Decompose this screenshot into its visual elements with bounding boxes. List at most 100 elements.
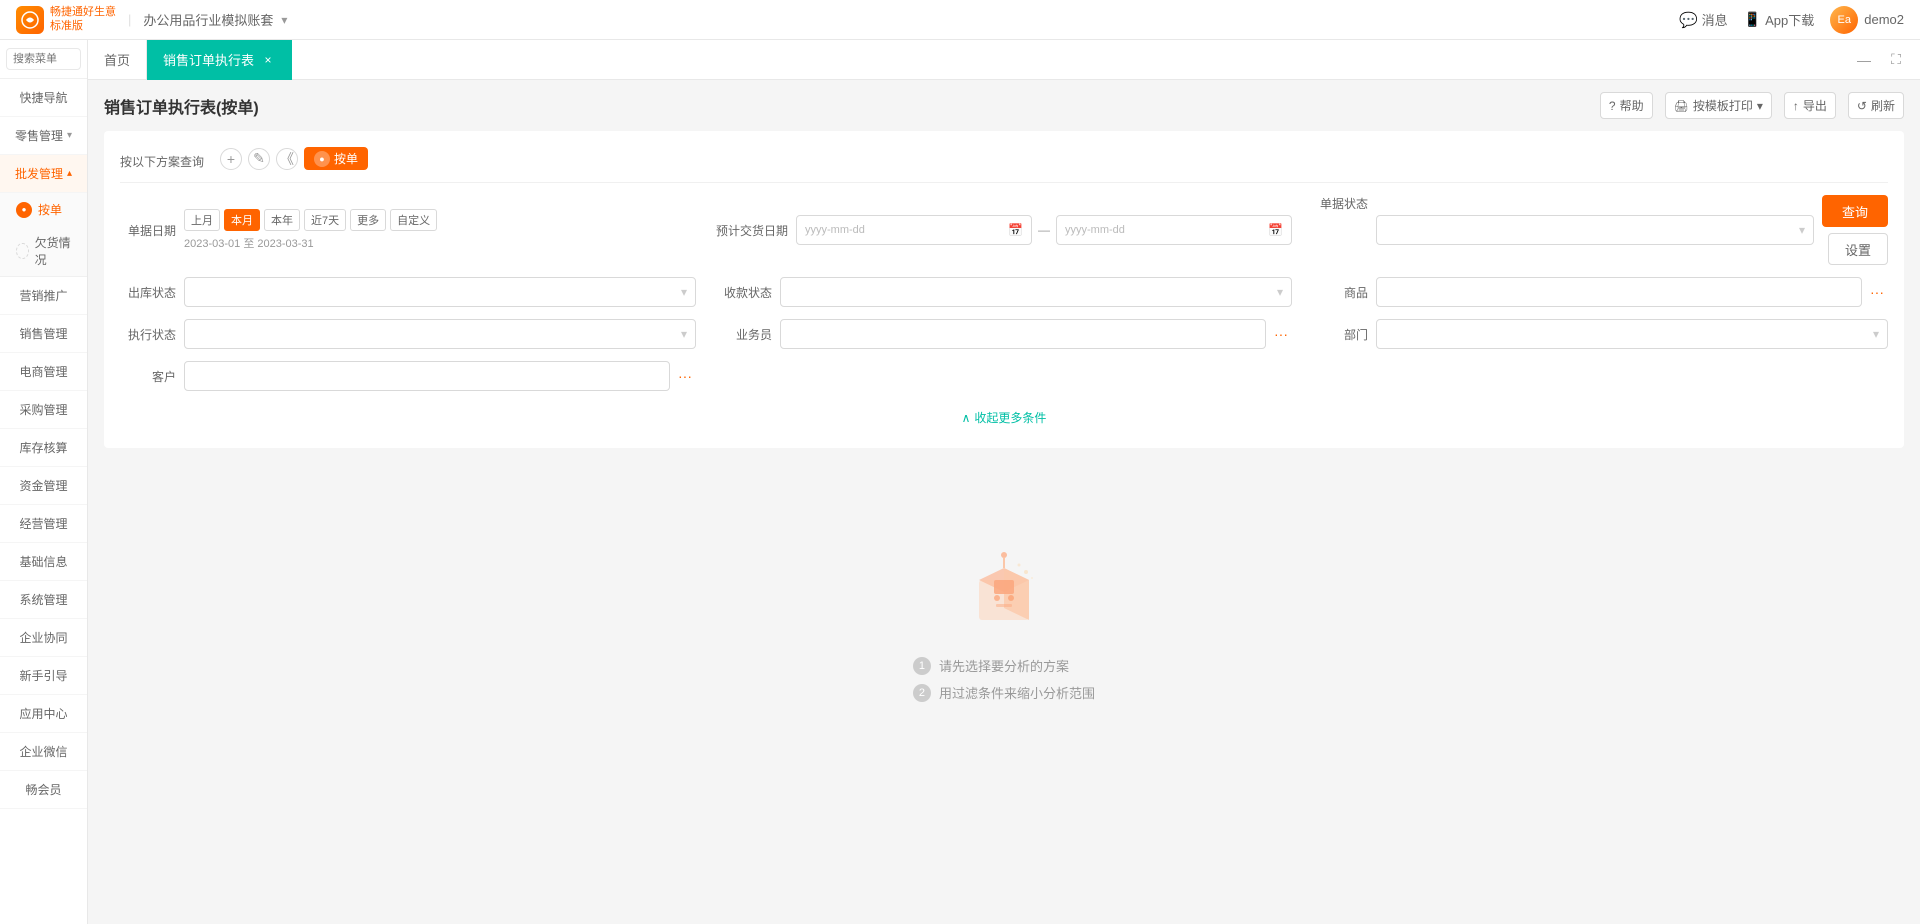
tab-bar: 首页 销售订单执行表 × — ⛶ xyxy=(88,40,1920,80)
print-dropdown-arrow: ▾ xyxy=(1757,99,1763,113)
header-left: 畅捷通好生意 标准版 | 办公用品行业模拟账套 ▾ xyxy=(16,6,287,34)
enterprise-label: 企业协同 xyxy=(19,629,67,646)
scheme-edit-button[interactable]: ✎ xyxy=(248,148,270,170)
department-select[interactable]: ▾ xyxy=(1376,319,1888,349)
scheme-collapse-button[interactable]: 《 xyxy=(276,148,298,170)
sidebar-item-system[interactable]: 系统管理 xyxy=(0,581,87,619)
sidebar-item-member[interactable]: 畅会员 xyxy=(0,771,87,809)
customer-input[interactable] xyxy=(184,361,670,391)
message-button[interactable]: 💬 消息 xyxy=(1679,10,1728,29)
logo-text: 畅捷通好生意 标准版 xyxy=(50,6,116,32)
expected-date-start[interactable]: yyyy-mm-dd 📅 xyxy=(796,215,1032,245)
print-button[interactable]: 🖨 按模板打印 ▾ xyxy=(1665,92,1772,119)
query-button[interactable]: 查询 xyxy=(1822,195,1888,227)
date-more[interactable]: 更多 xyxy=(350,209,386,231)
sidebar-item-finance[interactable]: 资金管理 xyxy=(0,467,87,505)
sidebar-item-sales[interactable]: 销售管理 xyxy=(0,315,87,353)
sidebar-item-operations[interactable]: 经营管理 xyxy=(0,505,87,543)
scheme-add-button[interactable]: + xyxy=(220,148,242,170)
filter-department-field: 部门 ▾ xyxy=(1312,319,1888,349)
status-label: 单据状态 xyxy=(1312,195,1368,212)
sidebar-item-marketing[interactable]: 营销推广 xyxy=(0,277,87,315)
tab-minimize-button[interactable]: — xyxy=(1852,48,1876,72)
sidebar-item-basic-info[interactable]: 基础信息 xyxy=(0,543,87,581)
refresh-button[interactable]: ↺ 刷新 xyxy=(1848,92,1904,119)
tab-active-sales-order[interactable]: 销售订单执行表 × xyxy=(147,40,292,80)
goods-label: 商品 xyxy=(1312,284,1368,301)
sidebar-item-app-center[interactable]: 应用中心 xyxy=(0,695,87,733)
execution-select[interactable]: ▾ xyxy=(184,319,696,349)
guide-label: 新手引导 xyxy=(19,667,67,684)
top-header: 畅捷通好生意 标准版 | 办公用品行业模拟账套 ▾ 💬 消息 📱 App下载 E… xyxy=(0,0,1920,40)
sidebar-item-retail[interactable]: 零售管理 ▾ xyxy=(0,117,87,155)
collapse-more-button[interactable]: ∧ 收起更多条件 xyxy=(120,403,1888,432)
user-avatar: Ea xyxy=(1830,6,1858,34)
goods-dots-button[interactable]: ··· xyxy=(1866,284,1888,300)
salesperson-input[interactable] xyxy=(780,319,1266,349)
payment-select[interactable]: ▾ xyxy=(780,277,1292,307)
sidebar-item-wholesale[interactable]: 批发管理 ▴ xyxy=(0,155,87,193)
export-button[interactable]: ↑ 导出 xyxy=(1784,92,1836,119)
search-input[interactable] xyxy=(6,48,81,70)
inventory-label: 库存核算 xyxy=(19,439,67,456)
tab-maximize-button[interactable]: ⛶ xyxy=(1884,48,1908,72)
empty-state: 1 请先选择要分析的方案 2 用过滤条件来缩小分析范围 xyxy=(104,460,1904,782)
sidebar-item-guide[interactable]: 新手引导 xyxy=(0,657,87,695)
outbound-select[interactable]: ▾ xyxy=(184,277,696,307)
sidebar-item-ecommerce[interactable]: 电商管理 xyxy=(0,353,87,391)
help-button[interactable]: ? 帮助 xyxy=(1600,92,1653,119)
sidebar-item-wechat[interactable]: 企业微信 xyxy=(0,733,87,771)
user-menu[interactable]: Ea demo2 xyxy=(1830,6,1904,34)
scheme-tag-order[interactable]: ● 按单 xyxy=(304,147,368,170)
payment-dropdown-arrow: ▾ xyxy=(1277,285,1283,299)
salesperson-label: 业务员 xyxy=(716,326,772,343)
tab-home[interactable]: 首页 xyxy=(88,40,147,80)
date-this-year[interactable]: 本年 xyxy=(264,209,300,231)
sidebar-item-enterprise[interactable]: 企业协同 xyxy=(0,619,87,657)
content-area: 首页 销售订单执行表 × — ⛶ 销售订单执行表(按单) ? 帮助 xyxy=(88,40,1920,924)
collapse-arrow-icon: ∧ xyxy=(962,411,971,425)
date-range-display: 2023-03-01 至 2023-03-31 xyxy=(184,235,696,251)
customer-dots-button[interactable]: ··· xyxy=(674,368,696,384)
date-this-month[interactable]: 本月 xyxy=(224,209,260,231)
filter-panel: 按以下方案查询 + ✎ 《 ● 按单 xyxy=(104,131,1904,448)
date-7days[interactable]: 近7天 xyxy=(304,209,346,231)
phone-icon: 📱 xyxy=(1744,11,1761,28)
title-actions: ? 帮助 🖨 按模板打印 ▾ ↑ 导出 ↺ 刷新 xyxy=(1600,92,1904,119)
app-logo-icon xyxy=(16,6,44,34)
expected-date-end[interactable]: yyyy-mm-dd 📅 xyxy=(1056,215,1292,245)
calendar-icon-start: 📅 xyxy=(1008,223,1023,237)
date-custom[interactable]: 自定义 xyxy=(390,209,437,231)
export-icon: ↑ xyxy=(1793,99,1799,113)
empty-tip-1: 1 请先选择要分析的方案 xyxy=(913,656,1095,675)
empty-tips: 1 请先选择要分析的方案 2 用过滤条件来缩小分析范围 xyxy=(913,656,1095,702)
status-dropdown-arrow: ▾ xyxy=(1799,223,1805,237)
date-last-month[interactable]: 上月 xyxy=(184,209,220,231)
sales-label: 销售管理 xyxy=(19,325,67,342)
salesperson-dots-button[interactable]: ··· xyxy=(1270,326,1292,342)
page-title-bar: 销售订单执行表(按单) ? 帮助 🖨 按模板打印 ▾ ↑ 导出 xyxy=(104,92,1904,119)
status-select[interactable]: ▾ xyxy=(1376,215,1814,245)
help-icon: ? xyxy=(1609,99,1616,113)
scheme-tag-icon-order: ● xyxy=(314,151,330,167)
outbound-dropdown-arrow: ▾ xyxy=(681,285,687,299)
sub-nav-backorder[interactable]: 欠货情况 xyxy=(0,226,87,276)
tab-close-button[interactable]: × xyxy=(260,52,276,68)
department-label: 部门 xyxy=(1312,326,1368,343)
sub-nav-wholesale: ● 按单 欠货情况 xyxy=(0,193,87,277)
sub-nav-order[interactable]: ● 按单 xyxy=(0,193,87,226)
app-center-label: 应用中心 xyxy=(19,705,67,722)
app-download-button[interactable]: 📱 App下载 xyxy=(1744,10,1815,29)
sidebar-item-quick-nav[interactable]: 快捷导航 xyxy=(0,79,87,117)
sidebar-item-inventory[interactable]: 库存核算 xyxy=(0,429,87,467)
scheme-label: 按以下方案查询 xyxy=(120,147,204,170)
filter-status-field: 单据状态 ▾ 查询 设置 xyxy=(1312,195,1888,265)
filter-date-field: 单据日期 上月 本月 本年 近7天 更多 自定义 2023-03-01 至 20… xyxy=(120,209,696,251)
goods-input[interactable] xyxy=(1376,277,1862,307)
sidebar-item-purchase[interactable]: 采购管理 xyxy=(0,391,87,429)
settings-button[interactable]: 设置 xyxy=(1828,233,1888,265)
filter-salesperson-field: 业务员 ··· xyxy=(716,319,1292,349)
system-title-arrow[interactable]: ▾ xyxy=(281,13,287,27)
wechat-label: 企业微信 xyxy=(19,743,67,760)
filter-divider xyxy=(120,182,1888,183)
